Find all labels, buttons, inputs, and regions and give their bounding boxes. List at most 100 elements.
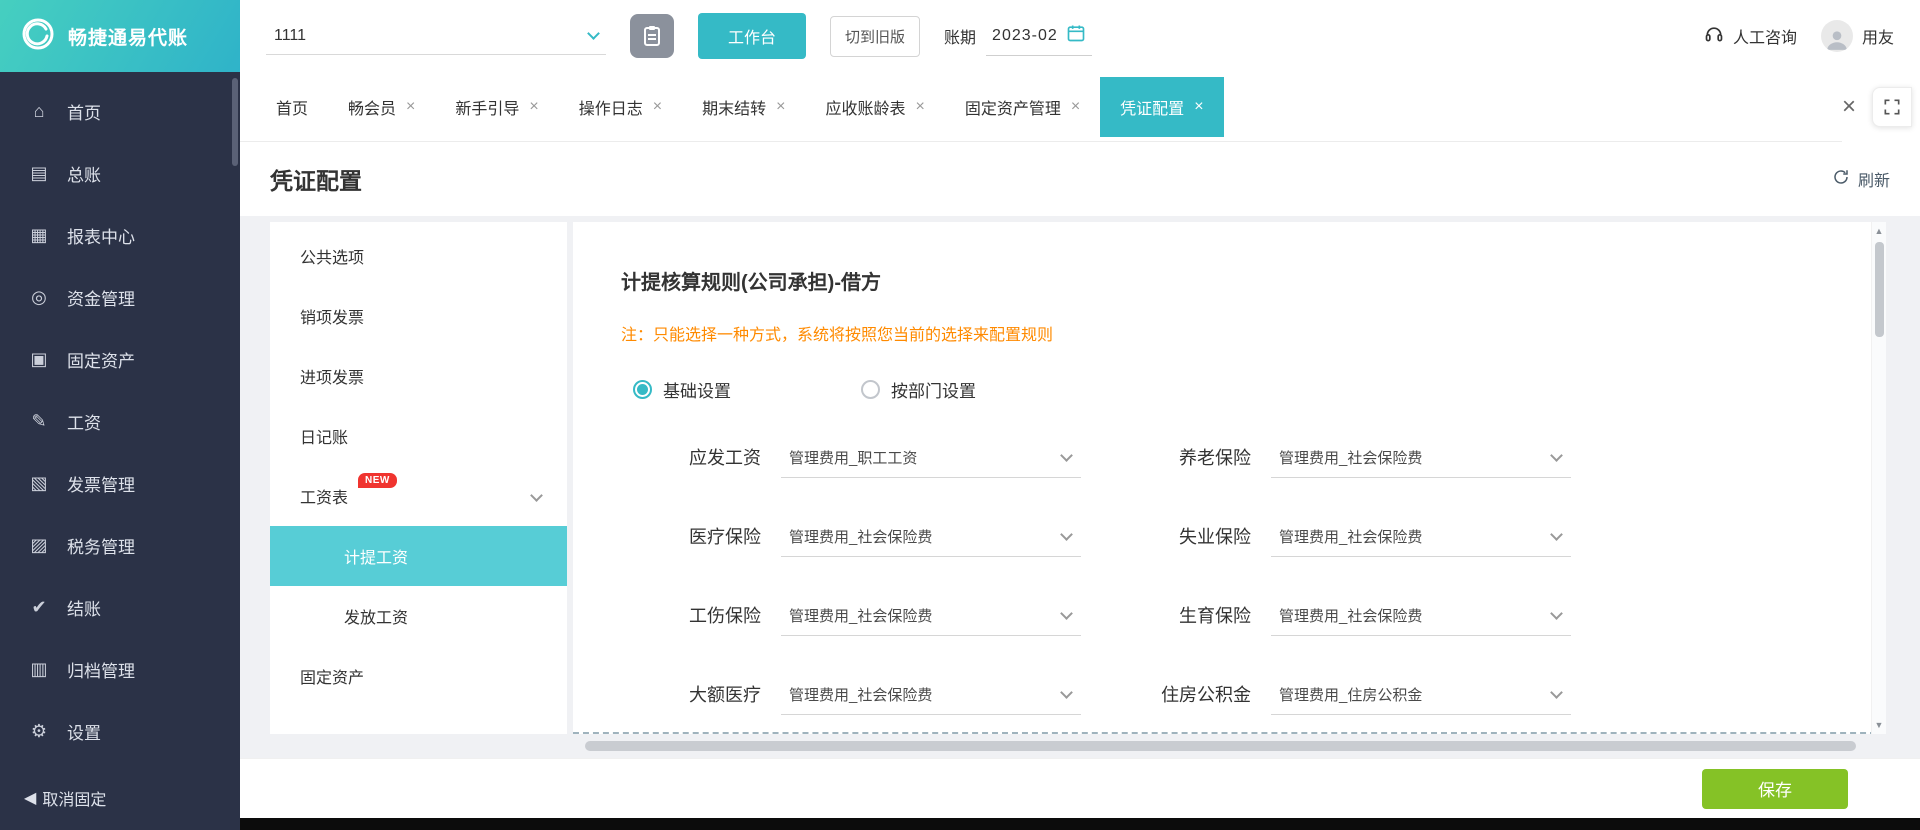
form-note: 注：只能选择一种方式，系统将按照您当前的选择来配置规则 (621, 327, 1054, 344)
sidebar-item-home[interactable]: ⌂ 首页 (0, 80, 240, 142)
submenu-group-payroll-sheet[interactable]: 工资表 NEW (270, 466, 567, 526)
sidebar-item-tax[interactable]: ▨ 税务管理 (0, 514, 240, 576)
close-icon[interactable]: × (406, 98, 415, 116)
close-icon[interactable]: × (1194, 98, 1203, 116)
field-label-maternity: 生育保险 (1179, 606, 1251, 626)
select-value: 管理费用_社会保险费 (1279, 608, 1423, 625)
period-label: 账期 (944, 30, 977, 47)
field-select-maternity[interactable]: 管理费用_社会保险费 (1271, 605, 1571, 636)
tabbar-controls: × (1841, 72, 1920, 142)
field-label-gross-pay: 应发工资 (689, 448, 761, 468)
submenu-label: 销项发票 (300, 310, 365, 327)
fullscreen-icon[interactable] (1872, 87, 1912, 127)
field-select-work-injury[interactable]: 管理费用_社会保险费 (781, 605, 1081, 636)
sidebar-item-general-ledger[interactable]: ▤ 总账 (0, 142, 240, 204)
chevron-down-icon (1550, 686, 1563, 699)
submenu-label: 日记账 (300, 430, 349, 447)
tab-fixed-asset-mgmt[interactable]: 固定资产管理 × (945, 77, 1100, 137)
chevron-down-icon (1550, 607, 1563, 620)
sidebar-item-payroll[interactable]: ✎ 工资 (0, 390, 240, 452)
sidebar-item-closing[interactable]: ✔ 结账 (0, 576, 240, 638)
submenu-item-fixed-assets[interactable]: 固定资产 (270, 646, 567, 706)
clipboard-button[interactable] (630, 14, 674, 58)
refresh-icon (1832, 168, 1850, 191)
select-value: 管理费用_社会保险费 (1279, 450, 1423, 467)
tab-beginner-guide[interactable]: 新手引导 × (435, 77, 558, 137)
sidebar-item-archive[interactable]: ▥ 归档管理 (0, 638, 240, 700)
field-select-housing-fund[interactable]: 管理费用_住房公积金 (1271, 684, 1571, 715)
tab-bar: 首页 畅会员 × 新手引导 × 操作日志 × 期末结转 × 应收账龄表 × 固定资产管理 ×… (240, 72, 1920, 142)
radio-basic-settings[interactable]: 基础设置 (633, 377, 731, 402)
scroll-down-icon[interactable]: ▼ (1872, 720, 1886, 730)
scroll-up-icon[interactable]: ▲ (1872, 226, 1886, 236)
period-picker[interactable]: 2023-02 (986, 16, 1092, 56)
sidebar-item-funds[interactable]: ◎ 资金管理 (0, 266, 240, 328)
submenu-item-purchase-invoice[interactable]: 进项发票 (270, 346, 567, 406)
payroll-icon: ✎ (31, 410, 47, 431)
sidebar-scrollbar-thumb[interactable] (232, 78, 238, 166)
close-icon[interactable]: × (529, 98, 538, 116)
submenu-item-accrued-payroll[interactable]: 计提工资 (270, 526, 567, 586)
calendar-icon[interactable] (1066, 23, 1086, 48)
submenu-item-journal[interactable]: 日记账 (270, 406, 567, 466)
close-icon[interactable]: × (915, 98, 924, 116)
horizontal-scrollbar-thumb[interactable] (585, 741, 1856, 751)
period-value: 2023-02 (992, 26, 1058, 44)
radio-checked-icon[interactable] (633, 380, 652, 399)
collapse-left-icon: ◀ (24, 790, 37, 807)
refresh-button[interactable]: 刷新 (1832, 167, 1890, 191)
close-icon[interactable]: × (776, 98, 785, 116)
save-button[interactable]: 保存 (1702, 768, 1848, 809)
human-consult-label: 人工咨询 (1732, 30, 1797, 47)
sidebar-item-settings[interactable]: ⚙ 设置 (0, 700, 240, 762)
chevron-down-icon (1060, 686, 1073, 699)
field-select-gross-pay[interactable]: 管理费用_职工工资 (781, 447, 1081, 478)
submenu-item-sales-invoice[interactable]: 销项发票 (270, 286, 567, 346)
topbar: 畅捷通易代账 1111 工作台 切到旧版 账期 2023-02 人工咨询 用友 (0, 0, 1920, 72)
company-select-value: 1111 (274, 26, 307, 44)
field-select-pension[interactable]: 管理费用_社会保险费 (1271, 447, 1571, 478)
unpin-sidebar-button[interactable]: ◀ 取消固定 (24, 786, 106, 810)
close-all-tabs-icon[interactable]: × (1842, 95, 1856, 119)
switch-old-version-button[interactable]: 切到旧版 (830, 15, 921, 57)
submenu-label: 公共选项 (300, 250, 365, 267)
field-select-medical[interactable]: 管理费用_社会保险费 (781, 526, 1081, 557)
sidebar-item-label: 资金管理 (67, 289, 135, 309)
field-label-pension: 养老保险 (1179, 448, 1251, 468)
radio-department-settings[interactable]: 按部门设置 (861, 377, 976, 402)
field-select-supplementary-medical[interactable]: 管理费用_社会保险费 (781, 684, 1081, 715)
sidebar-item-label: 固定资产 (67, 351, 135, 371)
user-menu[interactable]: 用友 (1820, 20, 1894, 52)
radio-unchecked-icon[interactable] (861, 380, 880, 399)
tab-home[interactable]: 首页 (256, 77, 328, 137)
sidebar-item-report-center[interactable]: ▦ 报表中心 (0, 204, 240, 266)
topbar-main: 1111 工作台 切到旧版 账期 2023-02 人工咨询 用友 (240, 0, 1920, 72)
close-icon[interactable]: × (653, 98, 662, 116)
tab-member[interactable]: 畅会员 × (328, 77, 435, 137)
tab-voucher-config[interactable]: 凭证配置 × (1100, 76, 1224, 137)
submenu-item-paid-payroll[interactable]: 发放工资 (270, 586, 567, 646)
sidebar-item-label: 总账 (67, 165, 101, 185)
invoice-icon: ▧ (30, 472, 48, 493)
tab-label: 期末结转 (702, 100, 767, 118)
brand-name: 畅捷通易代账 (68, 27, 189, 49)
config-submenu: 公共选项 销项发票 进项发票 日记账 工资表 NEW 计提工资 发放工资 固定资… (270, 222, 567, 734)
sidebar-item-fixed-assets[interactable]: ▣ 固定资产 (0, 328, 240, 390)
company-select[interactable]: 1111 (266, 18, 606, 55)
submenu-label: 计提工资 (344, 550, 409, 567)
sidebar-item-invoice[interactable]: ▧ 发票管理 (0, 452, 240, 514)
tab-label: 操作日志 (578, 100, 643, 118)
tab-operation-log[interactable]: 操作日志 × (559, 77, 682, 137)
submenu-item-common-options[interactable]: 公共选项 (270, 226, 567, 286)
tab-period-carryover[interactable]: 期末结转 × (682, 77, 805, 137)
close-icon[interactable]: × (1071, 98, 1080, 116)
human-consult-link[interactable]: 人工咨询 (1704, 24, 1797, 49)
tab-receivable-aging[interactable]: 应收账龄表 × (805, 77, 944, 137)
workbench-button[interactable]: 工作台 (698, 13, 807, 59)
select-value: 管理费用_社会保险费 (789, 608, 933, 625)
page-title-bar: 凭证配置 刷新 (240, 142, 1920, 216)
field-select-unemployment[interactable]: 管理费用_社会保险费 (1271, 526, 1571, 557)
submenu-label: 固定资产 (300, 670, 365, 687)
vertical-scrollbar[interactable]: ▲ ▼ (1871, 222, 1886, 734)
vertical-scrollbar-thumb[interactable] (1875, 242, 1884, 337)
